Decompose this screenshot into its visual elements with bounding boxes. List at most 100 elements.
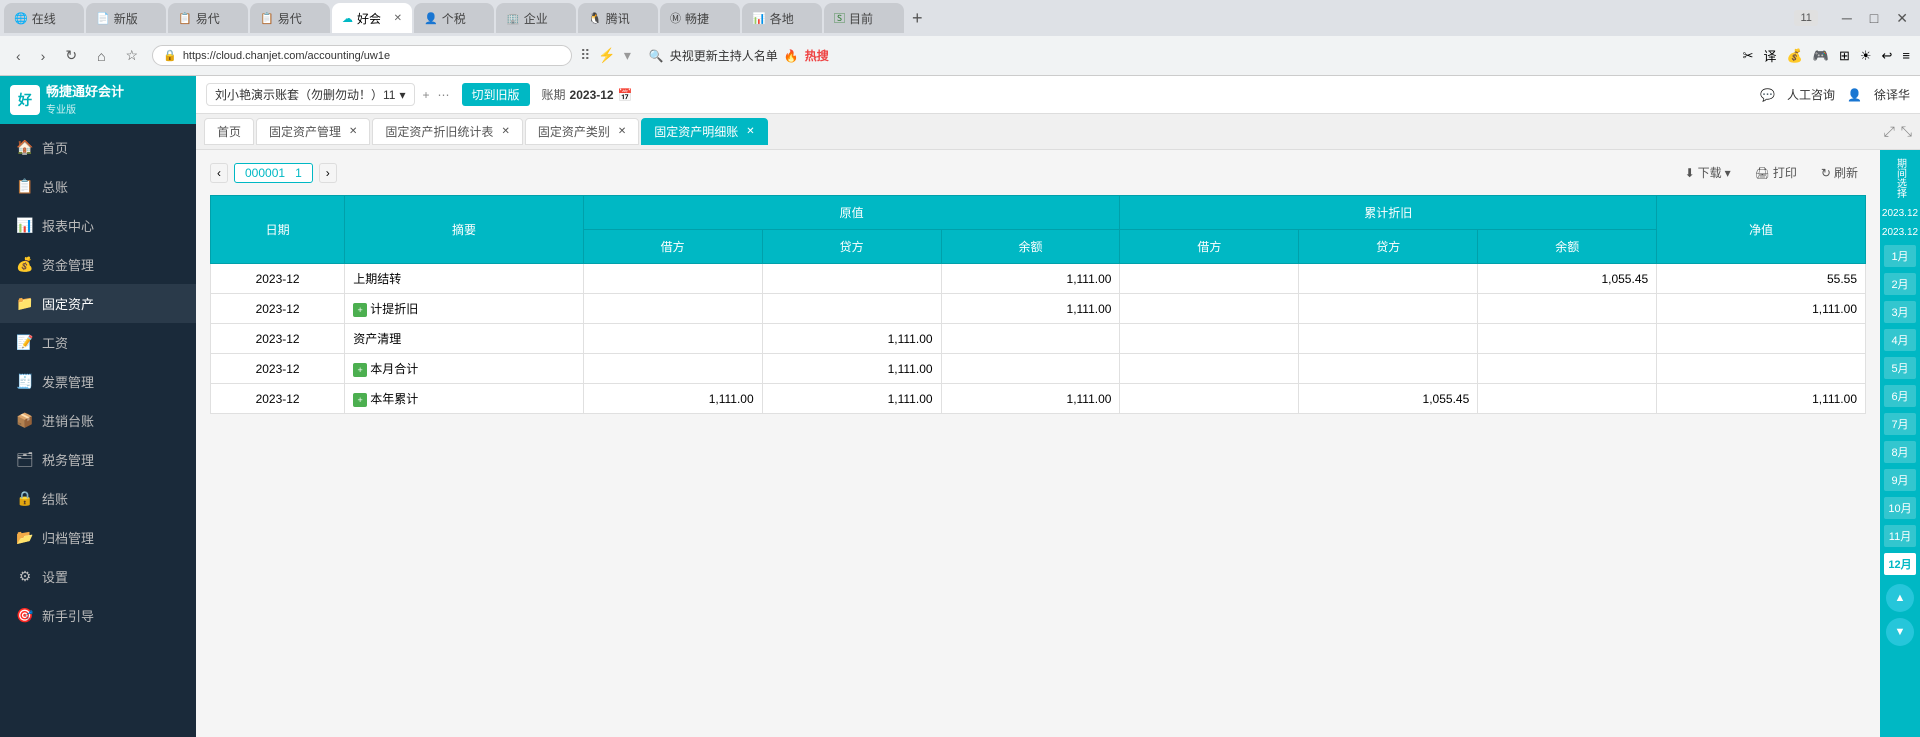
tab-depreciation-stats[interactable]: 固定资产折旧统计表 ✕ bbox=[372, 118, 522, 145]
period-month-9[interactable]: 9月 bbox=[1884, 469, 1916, 491]
table-row[interactable]: 2023-12 +计提折旧 1,111.00 1,111.00 bbox=[211, 294, 1866, 324]
print-button[interactable]: 🖨 打印 bbox=[1747, 160, 1805, 185]
checkout-icon: 🔒 bbox=[16, 490, 34, 507]
tab-home[interactable]: 首页 bbox=[204, 118, 254, 145]
page-number-display: 000001 1 bbox=[234, 163, 313, 183]
home-button[interactable]: ⌂ bbox=[91, 46, 111, 66]
tab-close-category[interactable]: ✕ bbox=[618, 126, 626, 137]
period-month-1[interactable]: 1月 bbox=[1884, 245, 1916, 267]
browser-tab-muqian[interactable]: 🅂 目前 bbox=[824, 3, 904, 33]
support-label[interactable]: 人工咨询 bbox=[1787, 86, 1835, 103]
tab-close-fixed-mgmt[interactable]: ✕ bbox=[349, 126, 357, 137]
browser-tab-tengxun[interactable]: 🐧 腾讯 bbox=[578, 3, 658, 33]
period-month-10[interactable]: 10月 bbox=[1884, 497, 1916, 519]
cell-date: 2023-12 bbox=[211, 264, 345, 294]
browser-tab-gedi[interactable]: 📊 各地 bbox=[742, 3, 822, 33]
tab-close-depreciation[interactable]: ✕ bbox=[501, 126, 509, 137]
sidebar-item-payroll[interactable]: 📝 工资 bbox=[0, 323, 196, 362]
sidebar-item-home[interactable]: 🏠 首页 bbox=[0, 128, 196, 167]
sidebar-item-reports[interactable]: 📊 报表中心 bbox=[0, 206, 196, 245]
sidebar-item-purchase-sales[interactable]: 📦 进销台账 bbox=[0, 401, 196, 440]
browser-tab-geshui[interactable]: 👤 个税 bbox=[414, 3, 494, 33]
cell-net-value bbox=[1657, 324, 1866, 354]
cell-orig-debit bbox=[583, 354, 762, 384]
browser-tab-qiye[interactable]: 🏢 企业 bbox=[496, 3, 576, 33]
settings-dots-button[interactable]: ⋯ bbox=[438, 88, 450, 102]
sidebar-item-fixed-assets[interactable]: 📁 固定资产 bbox=[0, 284, 196, 323]
user-name[interactable]: 徐译华 bbox=[1874, 86, 1910, 103]
dropdown-arrow: ▾ bbox=[399, 88, 405, 102]
period-month-7[interactable]: 7月 bbox=[1884, 413, 1916, 435]
tab-asset-detail-ledger[interactable]: 固定资产明细账 ✕ bbox=[641, 118, 767, 145]
reports-icon: 📊 bbox=[16, 217, 34, 234]
sidebar-item-guide[interactable]: 🎯 新手引导 bbox=[0, 596, 196, 635]
sidebar-label-reports: 报表中心 bbox=[42, 216, 94, 235]
back-button[interactable]: ‹ bbox=[10, 46, 27, 66]
period-month-5[interactable]: 5月 bbox=[1884, 357, 1916, 379]
period-month-2[interactable]: 2月 bbox=[1884, 273, 1916, 295]
tab-asset-category[interactable]: 固定资产类别 ✕ bbox=[525, 118, 639, 145]
close-button[interactable]: ✕ bbox=[1888, 6, 1916, 31]
support-icon: 💬 bbox=[1760, 88, 1775, 102]
expand-panel-button[interactable]: ⤡ bbox=[1901, 123, 1912, 140]
browser-tab-yidai2[interactable]: 📋 易代 bbox=[250, 3, 330, 33]
forward-button[interactable]: › bbox=[35, 46, 52, 66]
minimize-button[interactable]: ─ bbox=[1834, 6, 1860, 30]
period-month-8[interactable]: 8月 bbox=[1884, 441, 1916, 463]
calendar-icon[interactable]: 📅 bbox=[618, 88, 633, 102]
sidebar-item-settings[interactable]: ⚙ 设置 bbox=[0, 557, 196, 596]
cell-orig-debit bbox=[583, 294, 762, 324]
tab-fixed-assets-mgmt[interactable]: 固定资产管理 ✕ bbox=[256, 118, 370, 145]
cell-summary: +本年累计 bbox=[345, 384, 584, 414]
sidebar-item-archive[interactable]: 📂 归档管理 bbox=[0, 518, 196, 557]
table-row[interactable]: 2023-12 资产清理 1,111.00 bbox=[211, 324, 1866, 354]
reload-button[interactable]: ↻ bbox=[59, 45, 83, 66]
table-row[interactable]: 2023-12 +本年累计 1,111.00 1,111.00 1,111.00… bbox=[211, 384, 1866, 414]
period-month-3[interactable]: 3月 bbox=[1884, 301, 1916, 323]
sidebar-item-general-ledger[interactable]: 📋 总账 bbox=[0, 167, 196, 206]
brand-logo: 好 bbox=[10, 85, 40, 115]
browser-tab-haohui[interactable]: ☁ 好会 ✕ bbox=[332, 3, 412, 33]
period-month-4[interactable]: 4月 bbox=[1884, 329, 1916, 351]
th-dep-debit: 借方 bbox=[1120, 230, 1299, 264]
table-row[interactable]: 2023-12 +本月合计 1,111.00 bbox=[211, 354, 1866, 384]
sidebar-item-funds[interactable]: 💰 资金管理 bbox=[0, 245, 196, 284]
scissors-icon: ✂ bbox=[1743, 48, 1754, 64]
maximize-button[interactable]: □ bbox=[1862, 6, 1886, 30]
next-page-button[interactable]: › bbox=[319, 163, 337, 183]
cell-summary: 上期结转 bbox=[345, 264, 584, 294]
hot-search-icon: 🔥 bbox=[784, 49, 799, 63]
switch-version-button[interactable]: 切到旧版 bbox=[462, 83, 530, 106]
sidebar-item-invoices[interactable]: 🧾 发票管理 bbox=[0, 362, 196, 401]
new-tab-button[interactable]: + bbox=[906, 8, 929, 29]
browser-tab-yidai1[interactable]: 📋 易代 bbox=[168, 3, 248, 33]
tab-close-icon[interactable]: ✕ bbox=[394, 13, 402, 24]
sidebar-item-checkout[interactable]: 🔒 结账 bbox=[0, 479, 196, 518]
tab-label-fixed-assets-mgmt: 固定资产管理 bbox=[269, 123, 341, 140]
table-row[interactable]: 2023-12 上期结转 1,111.00 1,055.45 55.55 bbox=[211, 264, 1866, 294]
period-month-11[interactable]: 11月 bbox=[1884, 525, 1916, 547]
row-tag-icon: + bbox=[353, 303, 367, 317]
period-month-12[interactable]: 12月 bbox=[1884, 553, 1916, 575]
refresh-button[interactable]: ↻ 刷新 bbox=[1813, 160, 1866, 185]
add-company-button[interactable]: + bbox=[419, 86, 434, 104]
tab-close-detail[interactable]: ✕ bbox=[746, 126, 754, 137]
cell-date: 2023-12 bbox=[211, 294, 345, 324]
sidebar-label-payroll: 工资 bbox=[42, 333, 68, 352]
scroll-up-button[interactable]: ▲ bbox=[1886, 584, 1914, 612]
bookmark-button[interactable]: ☆ bbox=[120, 45, 145, 66]
browser-tab-changjie[interactable]: Ⓜ 畅捷 bbox=[660, 3, 740, 33]
sidebar-item-tax[interactable]: 🗂 税务管理 bbox=[0, 440, 196, 479]
scroll-down-button[interactable]: ▼ bbox=[1886, 618, 1914, 646]
tab-count-badge[interactable]: 11 bbox=[1794, 10, 1817, 26]
cell-orig-balance bbox=[941, 324, 1120, 354]
prev-page-button[interactable]: ‹ bbox=[210, 163, 228, 183]
company-selector[interactable]: 刘小艳演示账套（勿删勿动！）11 ▾ bbox=[206, 83, 415, 106]
collapse-panel-button[interactable]: ⤢ bbox=[1884, 123, 1895, 140]
browser-tab-zaizaixian[interactable]: 🌐 在线 bbox=[4, 3, 84, 33]
address-bar-url[interactable]: https://cloud.chanjet.com/accounting/uw1… bbox=[183, 50, 390, 62]
period-month-6[interactable]: 6月 bbox=[1884, 385, 1916, 407]
tab-label-depreciation-stats: 固定资产折旧统计表 bbox=[385, 123, 493, 140]
download-button[interactable]: ⬇ 下载 ▾ bbox=[1677, 160, 1739, 185]
browser-tab-xinban[interactable]: 📄 新版 bbox=[86, 3, 166, 33]
